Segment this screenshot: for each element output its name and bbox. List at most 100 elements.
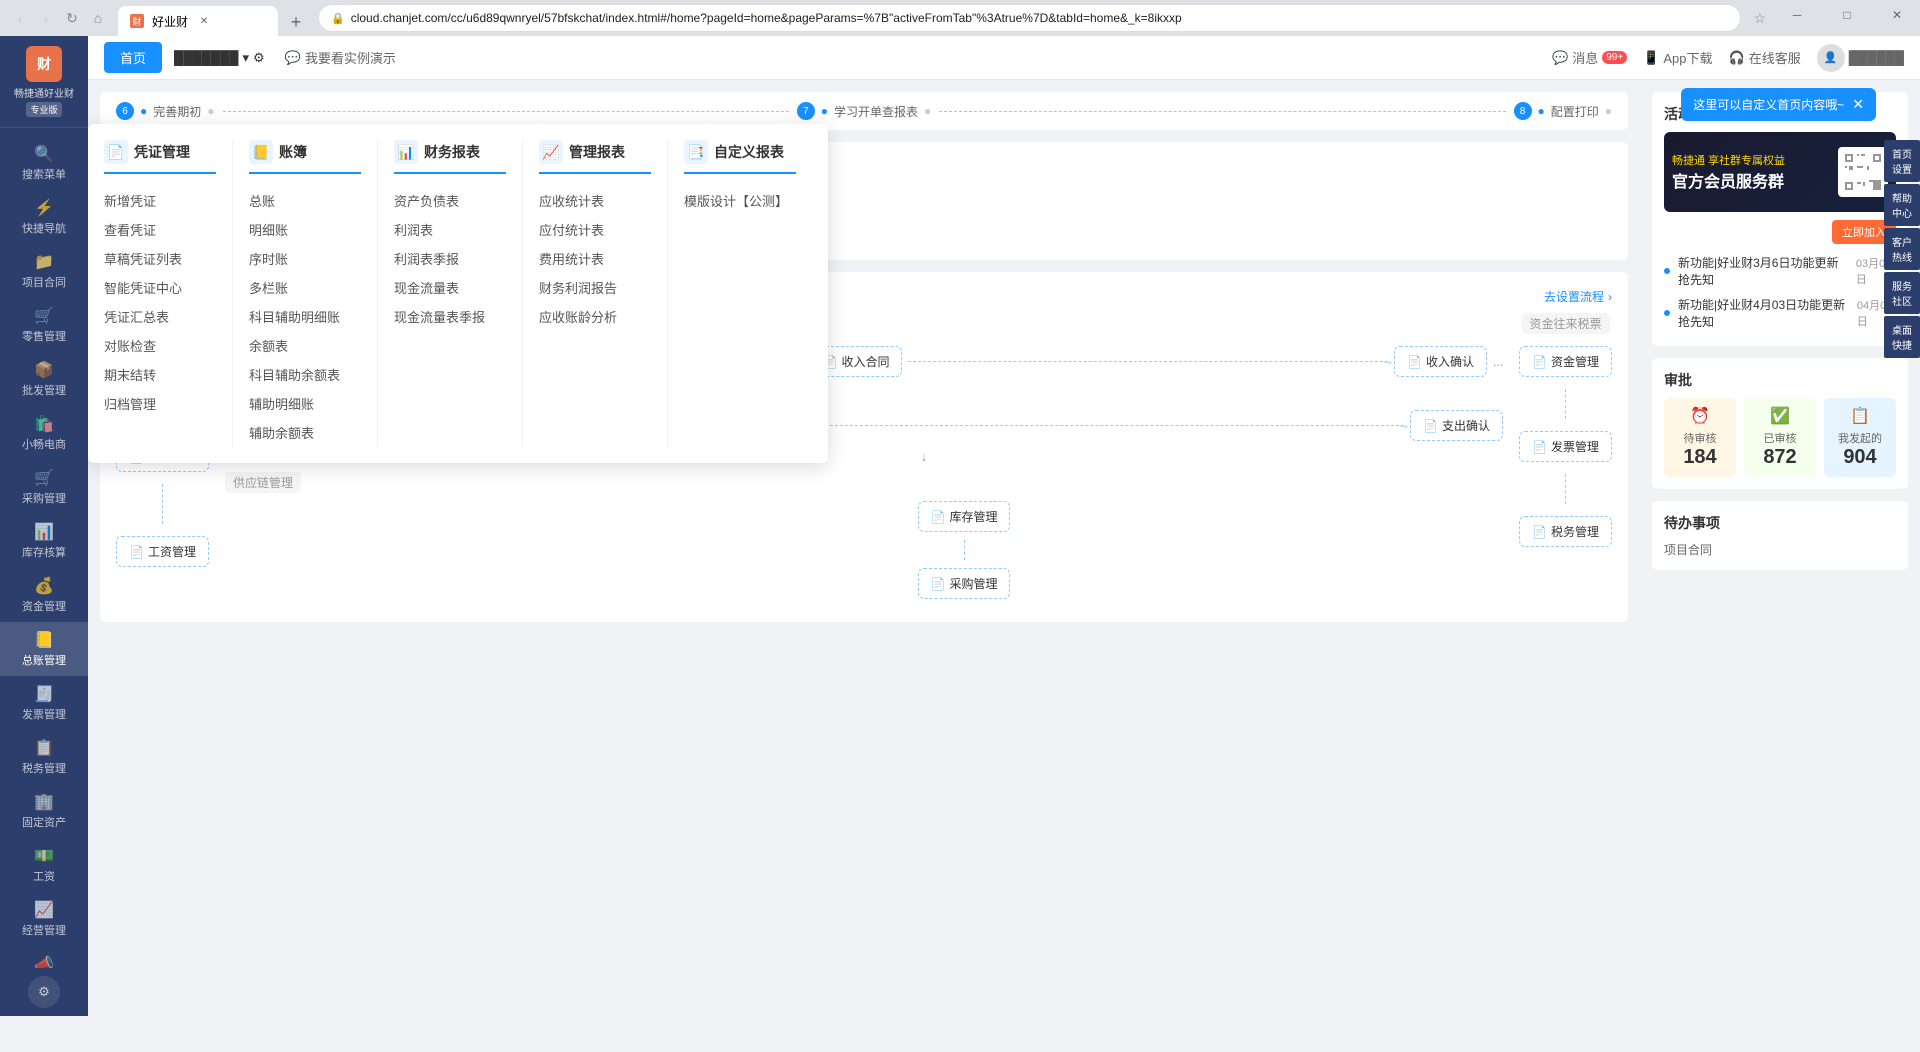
sidebar-item-project[interactable]: 📁 项目合同 (0, 244, 88, 298)
maximize-button[interactable]: □ (1824, 0, 1870, 30)
browser-chrome: ‹ › ↻ ⌂ 财 好业财 ✕ + 🔒 cloud.chanjet.com/cc… (0, 0, 1920, 36)
sidebar-item-purchase[interactable]: 🛒 采购管理 (0, 460, 88, 514)
close-button[interactable]: ✕ (1874, 0, 1920, 30)
approved-stat[interactable]: ✅ 已审核 872 (1744, 398, 1816, 477)
col-item-ledger-8[interactable]: 辅助余额表 (249, 418, 361, 447)
refresh-button[interactable]: ↻ (60, 6, 84, 30)
sidebar-item-tax[interactable]: 📋 税务管理 (0, 730, 88, 784)
col-item-mgmt_report-4[interactable]: 应收账龄分析 (539, 302, 651, 331)
col-item-ledger-4[interactable]: 科目辅助明细账 (249, 302, 361, 331)
sidebar-item-shortcut[interactable]: ⚡ 快捷导航 (0, 190, 88, 244)
dropdown-col-voucher: 📄 凭证管理 新增凭证查看凭证草稿凭证列表智能凭证中心凭证汇总表对账检查期末结转… (104, 140, 233, 447)
col-item-custom_report-0[interactable]: 模版设计【公测】 (684, 186, 796, 215)
sidebar-menu: 🔍 搜索菜单 ⚡ 快捷导航 📁 项目合同 🛒 零售管理 📦 批发管理 🛍️ 小畅… (0, 128, 88, 968)
initiated-stat[interactable]: 📋 我发起的 904 (1824, 398, 1896, 477)
col-item-financial_report-1[interactable]: 利润表 (394, 215, 506, 244)
sidebar-item-operations[interactable]: 📈 经营管理 (0, 892, 88, 946)
col-item-ledger-6[interactable]: 科目辅助余额表 (249, 360, 361, 389)
expense-confirm-node[interactable]: 📄 支出确认 (1410, 410, 1503, 441)
app-icon: 📱 (1643, 50, 1659, 66)
app-download-button[interactable]: 📱 App下载 (1643, 48, 1712, 67)
col-item-voucher-5[interactable]: 对账检查 (104, 331, 216, 360)
col-item-ledger-3[interactable]: 多栏账 (249, 273, 361, 302)
app-label: App下载 (1663, 48, 1712, 67)
col-item-ledger-0[interactable]: 总账 (249, 186, 361, 215)
forward-button[interactable]: › (34, 6, 58, 30)
col-item-voucher-2[interactable]: 草稿凭证列表 (104, 244, 216, 273)
demo-link[interactable]: 💬 我要看实例演示 (285, 48, 396, 67)
sidebar-item-finance[interactable]: 💰 资金管理 (0, 568, 88, 622)
sidebar-item-salary[interactable]: 💵 工资 (0, 838, 88, 892)
customize-text: 这里可以自定义首页内容哦~ (1693, 96, 1844, 113)
sidebar-label-shortcut: 快捷导航 (22, 220, 66, 236)
col-item-voucher-0[interactable]: 新增凭证 (104, 186, 216, 215)
news-item-1[interactable]: 新功能|好业财4月03日功能更新抢先知 04月03日 (1664, 292, 1896, 334)
user-menu[interactable]: 👤 ██████ (1817, 44, 1904, 72)
col-item-mgmt_report-3[interactable]: 财务利润报告 (539, 273, 651, 302)
float-home-settings[interactable]: 首页设置 (1884, 140, 1920, 182)
salary-mgmt-node[interactable]: 📄 工资管理 (116, 536, 209, 567)
col-item-mgmt_report-2[interactable]: 费用统计表 (539, 244, 651, 273)
back-button[interactable]: ‹ (8, 6, 32, 30)
home-button[interactable]: ⌂ (86, 6, 110, 30)
news-item-0[interactable]: 新功能|好业财3月6日功能更新抢先知 03月06日 (1664, 250, 1896, 292)
tax-mgmt-node[interactable]: 📄 税务管理 (1519, 516, 1612, 547)
home-tab[interactable]: 首页 (104, 42, 162, 73)
col-item-voucher-7[interactable]: 归档管理 (104, 389, 216, 418)
sidebar-item-marketing[interactable]: 📣 小畅营销 (0, 946, 88, 968)
company-selector[interactable]: ███████ ▾ ⚙ (174, 50, 265, 66)
revenue-confirm-node[interactable]: 📄 收入确认 (1394, 346, 1487, 377)
col-header-mgmt_report: 📈 管理报表 (539, 140, 651, 174)
sidebar-icon-shortcut: ⚡ (34, 198, 54, 218)
purchase-mgmt-node[interactable]: 📄 采购管理 (918, 568, 1011, 599)
col-item-ledger-2[interactable]: 序时账 (249, 244, 361, 273)
tab-close-button[interactable]: ✕ (196, 13, 212, 29)
goto-setup-link[interactable]: 去设置流程 › (1544, 288, 1612, 305)
col-item-financial_report-0[interactable]: 资产负债表 (394, 186, 506, 215)
sidebar-logo: 财 畅捷通好业财 专业版 (0, 36, 88, 128)
sidebar-item-invoice[interactable]: 🧾 发票管理 (0, 676, 88, 730)
bookmark-button[interactable]: ☆ (1753, 10, 1766, 27)
col-item-voucher-6[interactable]: 期末结转 (104, 360, 216, 389)
new-tab-button[interactable]: + (282, 8, 310, 36)
col-item-mgmt_report-1[interactable]: 应付统计表 (539, 215, 651, 244)
sidebar-item-retail[interactable]: 🛒 零售管理 (0, 298, 88, 352)
customize-popup-close[interactable]: ✕ (1852, 96, 1864, 113)
company-name: ███████ (174, 50, 238, 65)
sidebar-item-inventory[interactable]: 📊 库存核算 (0, 514, 88, 568)
sidebar-item-assets[interactable]: 🏢 固定资产 (0, 784, 88, 838)
sidebar-item-search[interactable]: 🔍 搜索菜单 (0, 136, 88, 190)
fund-mgmt-node[interactable]: 📄 资金管理 (1519, 346, 1612, 377)
col-item-voucher-4[interactable]: 凭证汇总表 (104, 302, 216, 331)
minimize-button[interactable]: ─ (1774, 0, 1820, 30)
messages-button[interactable]: 💬 消息 99+ (1552, 48, 1627, 67)
col-item-ledger-1[interactable]: 明细账 (249, 215, 361, 244)
service-button[interactable]: 🎧 在线客服 (1729, 48, 1801, 67)
sidebar-settings-button[interactable]: ⚙ (28, 976, 60, 1008)
col-item-financial_report-2[interactable]: 利润表季报 (394, 244, 506, 273)
pending-approval[interactable]: ⏰ 待审核 184 (1664, 398, 1736, 477)
col-item-voucher-1[interactable]: 查看凭证 (104, 215, 216, 244)
sidebar-item-ecommerce[interactable]: 🛍️ 小畅电商 (0, 406, 88, 460)
inventory-mgmt-node[interactable]: 📄 库存管理 (918, 501, 1011, 532)
float-hotline[interactable]: 客户热线 (1884, 228, 1920, 270)
sidebar-label-invoice: 发票管理 (22, 706, 66, 722)
active-tab[interactable]: 财 好业财 ✕ (118, 6, 278, 36)
todo-title: 待办事项 (1664, 513, 1896, 533)
tab-bar: 财 好业财 ✕ + (118, 0, 310, 36)
float-desktop[interactable]: 桌面快捷 (1884, 316, 1920, 358)
col-item-voucher-3[interactable]: 智能凭证中心 (104, 273, 216, 302)
sidebar-item-accounting[interactable]: 📒 总账管理 (0, 622, 88, 676)
sidebar-label-inventory: 库存核算 (22, 544, 66, 560)
col-item-ledger-5[interactable]: 余额表 (249, 331, 361, 360)
news-text-0: 新功能|好业财3月6日功能更新抢先知 (1678, 254, 1848, 288)
col-item-mgmt_report-0[interactable]: 应收统计表 (539, 186, 651, 215)
float-help[interactable]: 帮助中心 (1884, 184, 1920, 226)
sidebar-item-wholesale[interactable]: 📦 批发管理 (0, 352, 88, 406)
invoice-mgmt-node[interactable]: 📄 发票管理 (1519, 431, 1612, 462)
col-item-financial_report-3[interactable]: 现金流量表 (394, 273, 506, 302)
float-community[interactable]: 服务社区 (1884, 272, 1920, 314)
col-item-ledger-7[interactable]: 辅助明细账 (249, 389, 361, 418)
address-bar[interactable]: 🔒 cloud.chanjet.com/cc/u6d89qwnryel/57bf… (318, 4, 1741, 32)
col-item-financial_report-4[interactable]: 现金流量表季报 (394, 302, 506, 331)
